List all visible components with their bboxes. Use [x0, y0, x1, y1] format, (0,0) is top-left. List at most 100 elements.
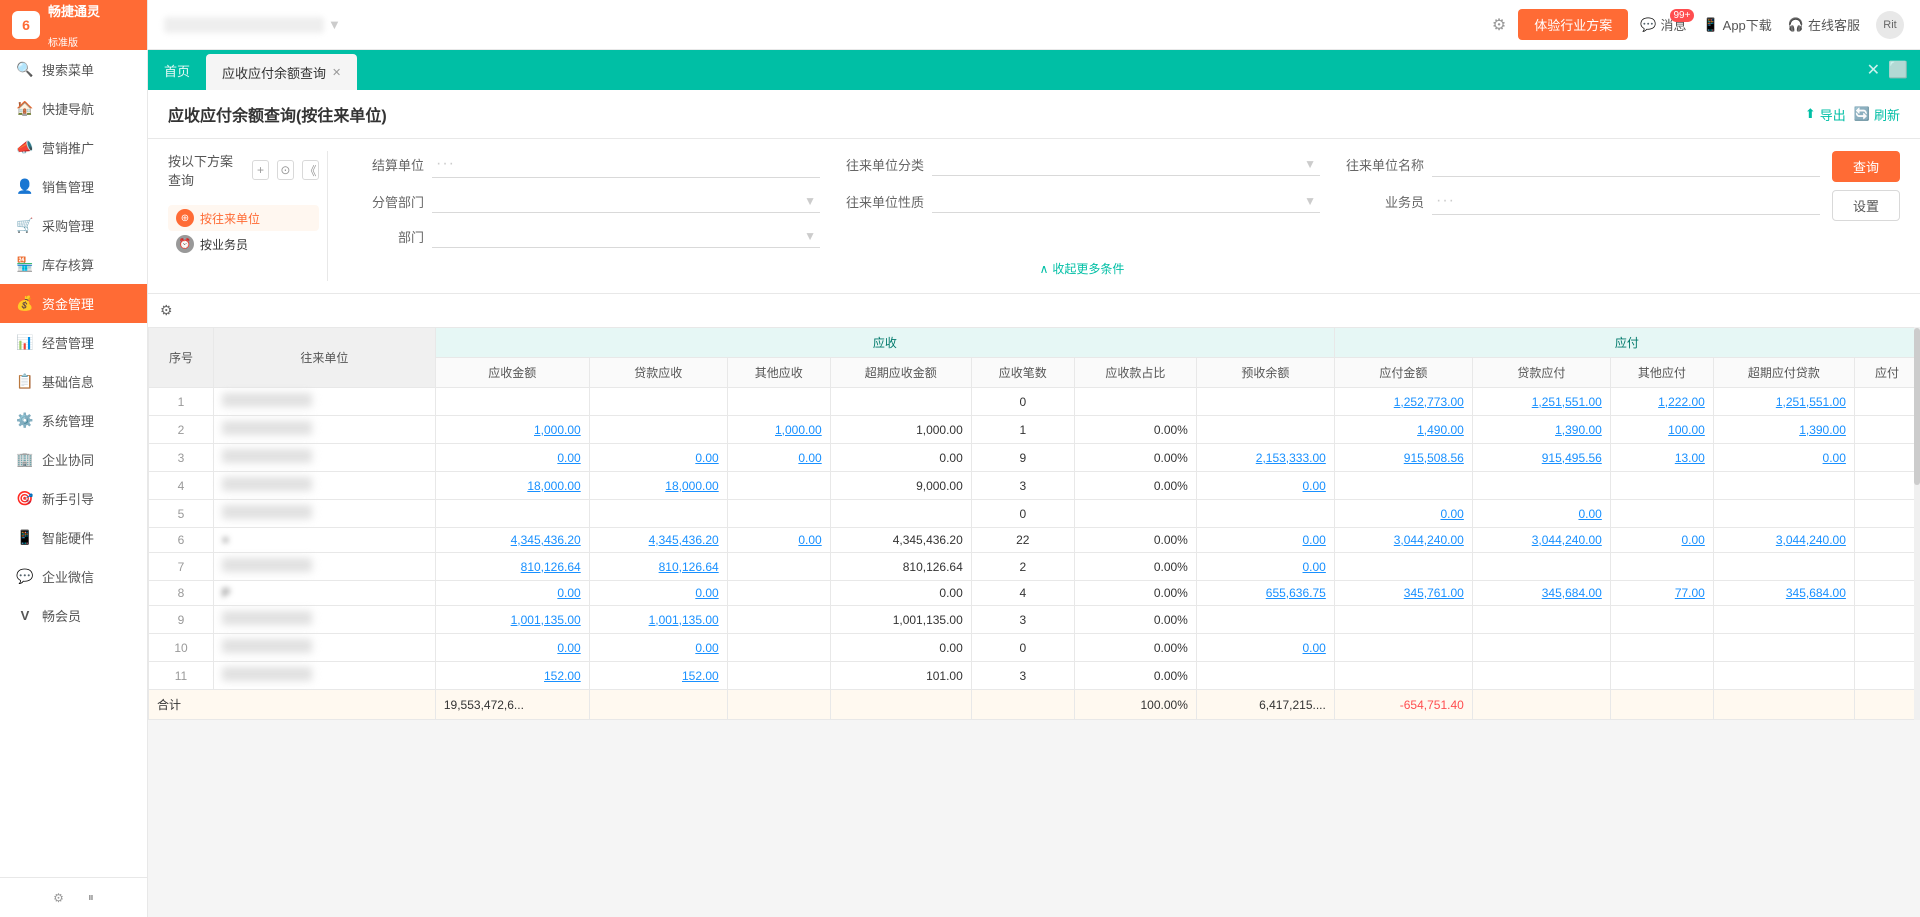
- data-cell[interactable]: 4,345,436.20: [589, 528, 727, 553]
- data-cell[interactable]: 77.00: [1610, 581, 1713, 606]
- data-cell[interactable]: 1,490.00: [1334, 416, 1472, 444]
- sidebar-item-finance[interactable]: 💰 资金管理: [0, 284, 147, 323]
- data-cell[interactable]: 0.00: [1610, 528, 1713, 553]
- data-cell[interactable]: 810,126.64: [589, 553, 727, 581]
- sidebar-item-wechat[interactable]: 💬 企业微信: [0, 557, 147, 596]
- data-cell[interactable]: 2,153,333.00: [1196, 444, 1334, 472]
- data-cell[interactable]: 1,251,551.00: [1472, 388, 1610, 416]
- data-cell[interactable]: 1,390.00: [1472, 416, 1610, 444]
- messages-button[interactable]: 💬 消息 99+: [1640, 15, 1686, 34]
- data-cell[interactable]: 0.00: [1196, 553, 1334, 581]
- data-cell[interactable]: 810,126.64: [435, 553, 589, 581]
- sidebar-item-system[interactable]: ⚙️ 系统管理: [0, 401, 147, 440]
- export-button[interactable]: ⬆ 导出: [1805, 105, 1846, 124]
- sidebar-item-sales[interactable]: 👤 销售管理: [0, 167, 147, 206]
- data-cell[interactable]: 152.00: [589, 662, 727, 690]
- data-cell[interactable]: 0.00: [727, 528, 830, 553]
- tab-ar-ap[interactable]: 应收应付余额查询 ✕: [206, 54, 357, 90]
- sidebar-item-basic[interactable]: 📋 基础信息: [0, 362, 147, 401]
- refresh-button[interactable]: 🔄 刷新: [1854, 105, 1900, 124]
- data-cell[interactable]: 3,044,240.00: [1334, 528, 1472, 553]
- sidebar-item-marketing[interactable]: 📣 营销推广: [0, 128, 147, 167]
- sidebar-item-inventory[interactable]: 🏪 库存核算: [0, 245, 147, 284]
- data-cell[interactable]: 0.00: [1196, 528, 1334, 553]
- close-window-icon[interactable]: ✕: [1867, 60, 1880, 80]
- data-cell[interactable]: 1,251,551.00: [1713, 388, 1854, 416]
- salesman-input[interactable]: ···: [1432, 188, 1820, 215]
- data-cell[interactable]: 0.00: [589, 444, 727, 472]
- online-service-button[interactable]: 🎧 在线客服: [1788, 15, 1860, 34]
- data-cell[interactable]: 0.00: [1196, 472, 1334, 500]
- data-cell: 0.00%: [1074, 416, 1196, 444]
- data-cell[interactable]: 0.00: [589, 634, 727, 662]
- dept-manager-input[interactable]: ▼: [432, 190, 820, 213]
- sidebar-item-search-menu[interactable]: 🔍 搜索菜单: [0, 50, 147, 89]
- app-download-button[interactable]: 📱 App下载: [1702, 15, 1771, 34]
- data-cell[interactable]: 18,000.00: [435, 472, 589, 500]
- data-cell[interactable]: 3,044,240.00: [1713, 528, 1854, 553]
- data-cell[interactable]: 345,684.00: [1472, 581, 1610, 606]
- settlement-unit-input[interactable]: ···: [432, 151, 820, 178]
- data-cell[interactable]: 915,508.56: [1334, 444, 1472, 472]
- data-cell[interactable]: 0.00: [1713, 444, 1854, 472]
- data-cell[interactable]: 0.00: [435, 581, 589, 606]
- sidebar-item-vip[interactable]: V 畅会员: [0, 596, 147, 635]
- sidebar-item-enterprise[interactable]: 🏢 企业协同: [0, 440, 147, 479]
- unit-name-input[interactable]: [1432, 153, 1820, 177]
- scheme-item-by-unit[interactable]: ⊕ 按往来单位: [168, 205, 319, 231]
- data-cell[interactable]: 1,252,773.00: [1334, 388, 1472, 416]
- unit-nature-input[interactable]: ▼: [932, 190, 1320, 213]
- data-cell: 0.00%: [1074, 581, 1196, 606]
- scrollbar-thumb[interactable]: [1914, 328, 1920, 485]
- data-cell[interactable]: 1,390.00: [1713, 416, 1854, 444]
- data-cell[interactable]: 0.00: [1196, 634, 1334, 662]
- data-cell[interactable]: 1,000.00: [435, 416, 589, 444]
- maximize-window-icon[interactable]: ⬜: [1888, 60, 1908, 80]
- data-cell[interactable]: 0.00: [589, 581, 727, 606]
- tab-close-icon[interactable]: ✕: [332, 66, 341, 79]
- sidebar-item-hardware[interactable]: 📱 智能硬件: [0, 518, 147, 557]
- sidebar-item-quick-nav[interactable]: 🏠 快捷导航: [0, 89, 147, 128]
- sidebar-item-purchase[interactable]: 🛒 采购管理: [0, 206, 147, 245]
- data-cell[interactable]: 0.00: [727, 444, 830, 472]
- data-cell[interactable]: 345,684.00: [1713, 581, 1854, 606]
- add-scheme-button[interactable]: +: [252, 160, 269, 180]
- unit-category-input[interactable]: ▼: [932, 153, 1320, 176]
- collapse-button[interactable]: ∧ 收起更多条件: [344, 256, 1820, 281]
- sidebar-settings-button[interactable]: ⚙: [45, 887, 72, 909]
- sidebar-collapse-button[interactable]: ⏸: [80, 886, 102, 909]
- data-cell[interactable]: 152.00: [435, 662, 589, 690]
- data-cell[interactable]: 4,345,436.20: [435, 528, 589, 553]
- data-cell[interactable]: 0.00: [1472, 500, 1610, 528]
- data-cell: 101.00: [830, 662, 971, 690]
- collapse-scheme-button[interactable]: 《: [302, 160, 319, 180]
- data-cell[interactable]: 0.00: [1334, 500, 1472, 528]
- data-cell[interactable]: 1,222.00: [1610, 388, 1713, 416]
- data-cell[interactable]: 3,044,240.00: [1472, 528, 1610, 553]
- settings-button[interactable]: 设置: [1832, 190, 1900, 221]
- logo-icon: 6: [12, 11, 40, 39]
- trial-btn[interactable]: 体验行业方案: [1518, 9, 1628, 40]
- data-cell[interactable]: 345,761.00: [1334, 581, 1472, 606]
- data-cell[interactable]: 655,636.75: [1196, 581, 1334, 606]
- department-input[interactable]: ▼: [432, 225, 820, 248]
- data-cell[interactable]: 1,000.00: [727, 416, 830, 444]
- data-cell[interactable]: 915,495.56: [1472, 444, 1610, 472]
- data-cell[interactable]: 18,000.00: [589, 472, 727, 500]
- data-cell[interactable]: 0.00: [435, 444, 589, 472]
- table-settings-icon[interactable]: ⚙: [160, 302, 173, 319]
- sidebar-item-management[interactable]: 📊 经营管理: [0, 323, 147, 362]
- gear-button[interactable]: ⚙: [1492, 15, 1506, 35]
- data-cell[interactable]: 0.00: [435, 634, 589, 662]
- query-button[interactable]: 查询: [1832, 151, 1900, 182]
- user-avatar[interactable]: Rit: [1876, 11, 1904, 39]
- sidebar-item-guide[interactable]: 🎯 新手引导: [0, 479, 147, 518]
- scheme-settings-button[interactable]: ⊙: [277, 160, 294, 180]
- data-cell[interactable]: 100.00: [1610, 416, 1713, 444]
- data-cell[interactable]: 13.00: [1610, 444, 1713, 472]
- tab-home[interactable]: 首页: [148, 50, 206, 90]
- data-cell[interactable]: 1,001,135.00: [435, 606, 589, 634]
- unit-nature-label: 往来单位性质: [844, 192, 924, 211]
- scheme-item-by-salesman[interactable]: ⏰ 按业务员: [168, 231, 319, 257]
- data-cell[interactable]: 1,001,135.00: [589, 606, 727, 634]
